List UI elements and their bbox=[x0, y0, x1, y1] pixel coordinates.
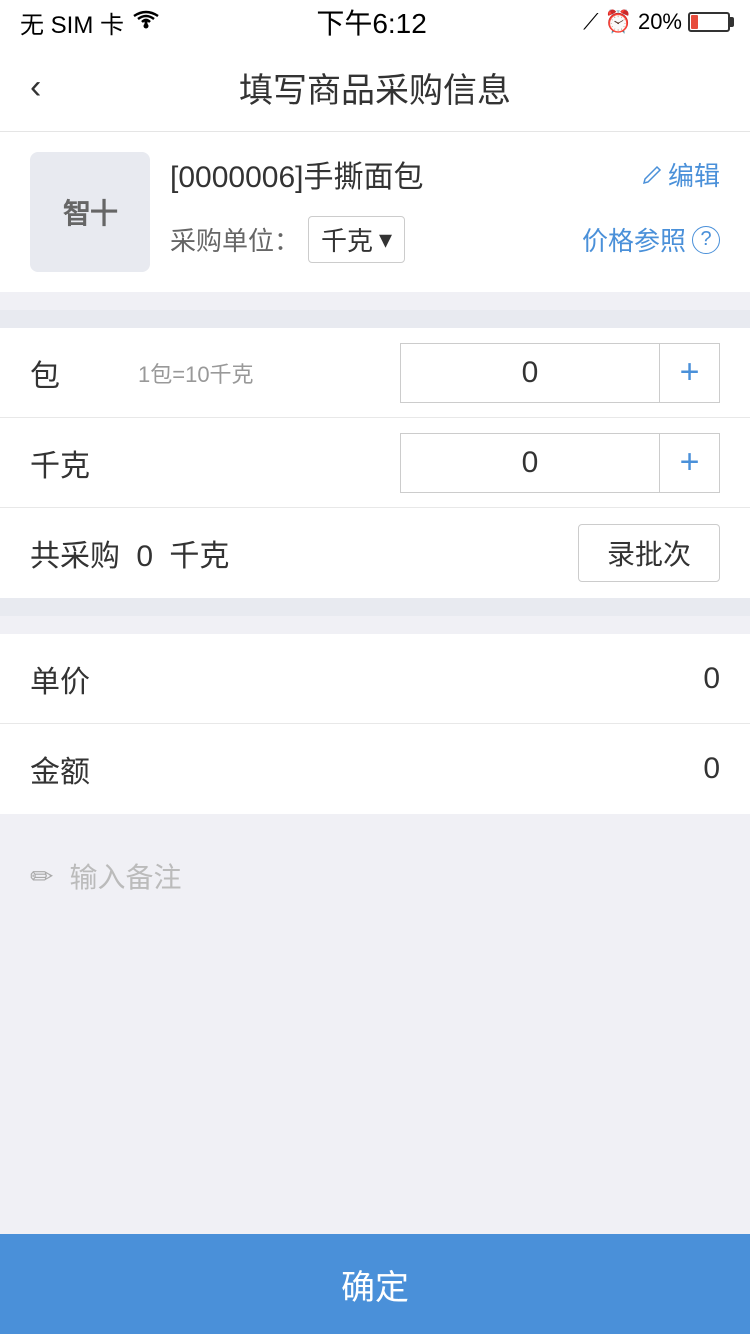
bag-plus-button[interactable]: + bbox=[660, 343, 720, 403]
battery-percent: 20% bbox=[638, 9, 682, 35]
summary-text: 共采购 0 千克 bbox=[30, 531, 229, 575]
product-image: 智十 bbox=[30, 152, 150, 272]
unit-value: 千克 bbox=[321, 221, 373, 258]
location-icon: ⟋ bbox=[583, 9, 598, 35]
product-card: 智十 [0000006]手撕面包 编辑 采购单位： 千克 ▾ 价格参照 ? bbox=[0, 132, 750, 292]
summary-unit: 千克 bbox=[169, 540, 229, 573]
product-name-row: [0000006]手撕面包 编辑 bbox=[170, 152, 720, 196]
pencil-icon: ✏ bbox=[30, 860, 53, 893]
unit-row: 采购单位： 千克 ▾ 价格参照 ? bbox=[170, 216, 720, 263]
divider-2 bbox=[0, 598, 750, 616]
status-bar: 无 SIM 卡 下午6:12 ⟋ ⏰ 20% bbox=[0, 0, 750, 44]
wifi-icon bbox=[132, 8, 160, 36]
summary-row: 共采购 0 千克 录批次 bbox=[0, 508, 750, 598]
help-icon: ? bbox=[692, 226, 720, 254]
confirm-button[interactable]: 确定 bbox=[0, 1234, 750, 1334]
edit-button[interactable]: 编辑 bbox=[642, 156, 720, 193]
divider-1 bbox=[0, 310, 750, 328]
input-section: 包 1包=10千克 + 千克 + bbox=[0, 328, 750, 508]
unit-price-row: 单价 0 bbox=[0, 634, 750, 724]
product-full-name: [0000006]手撕面包 bbox=[170, 152, 423, 196]
status-left: 无 SIM 卡 bbox=[20, 5, 160, 40]
bag-label: 包 bbox=[30, 351, 130, 395]
unit-price-label: 单价 bbox=[30, 657, 90, 701]
back-button[interactable]: ‹ bbox=[30, 68, 90, 107]
alarm-icon: ⏰ bbox=[605, 9, 632, 35]
nav-bar: ‹ 填写商品采购信息 bbox=[0, 44, 750, 132]
price-ref-button[interactable]: 价格参照 ? bbox=[582, 221, 720, 258]
no-sim-text: 无 SIM 卡 bbox=[20, 5, 124, 40]
remarks-section[interactable]: ✏ 输入备注 bbox=[0, 832, 750, 920]
status-time: 下午6:12 bbox=[316, 2, 427, 42]
amount-label: 金额 bbox=[30, 747, 90, 791]
kg-plus-button[interactable]: + bbox=[660, 433, 720, 493]
kg-label: 千克 bbox=[30, 441, 130, 485]
remarks-placeholder: 输入备注 bbox=[69, 856, 181, 896]
bag-input[interactable] bbox=[400, 343, 660, 403]
product-logo: 智十 bbox=[63, 192, 117, 232]
batch-button[interactable]: 录批次 bbox=[578, 524, 720, 582]
summary-amount: 0 bbox=[136, 540, 153, 573]
status-right: ⟋ ⏰ 20% bbox=[583, 9, 730, 35]
unit-label-text: 采购单位： bbox=[170, 221, 300, 258]
kg-input[interactable] bbox=[400, 433, 660, 493]
kg-controls: + bbox=[130, 433, 720, 493]
bottom-area bbox=[0, 920, 750, 1220]
chevron-down-icon: ▾ bbox=[379, 224, 392, 255]
battery-icon bbox=[688, 12, 730, 32]
kg-input-row: 千克 + bbox=[0, 418, 750, 508]
page-title: 填写商品采购信息 bbox=[239, 63, 511, 112]
price-section: 单价 0 金额 0 bbox=[0, 634, 750, 814]
bag-sublabel: 1包=10千克 bbox=[138, 357, 254, 389]
price-ref-label: 价格参照 bbox=[582, 221, 686, 258]
product-info: [0000006]手撕面包 编辑 采购单位： 千克 ▾ 价格参照 ? bbox=[170, 152, 720, 263]
amount-row: 金额 0 bbox=[0, 724, 750, 814]
summary-prefix: 共采购 bbox=[30, 540, 120, 573]
unit-select[interactable]: 千克 ▾ bbox=[308, 216, 405, 263]
amount-value: 0 bbox=[703, 752, 720, 786]
bag-controls: + bbox=[254, 343, 720, 403]
unit-price-value: 0 bbox=[703, 662, 720, 696]
bag-input-row: 包 1包=10千克 + bbox=[0, 328, 750, 418]
